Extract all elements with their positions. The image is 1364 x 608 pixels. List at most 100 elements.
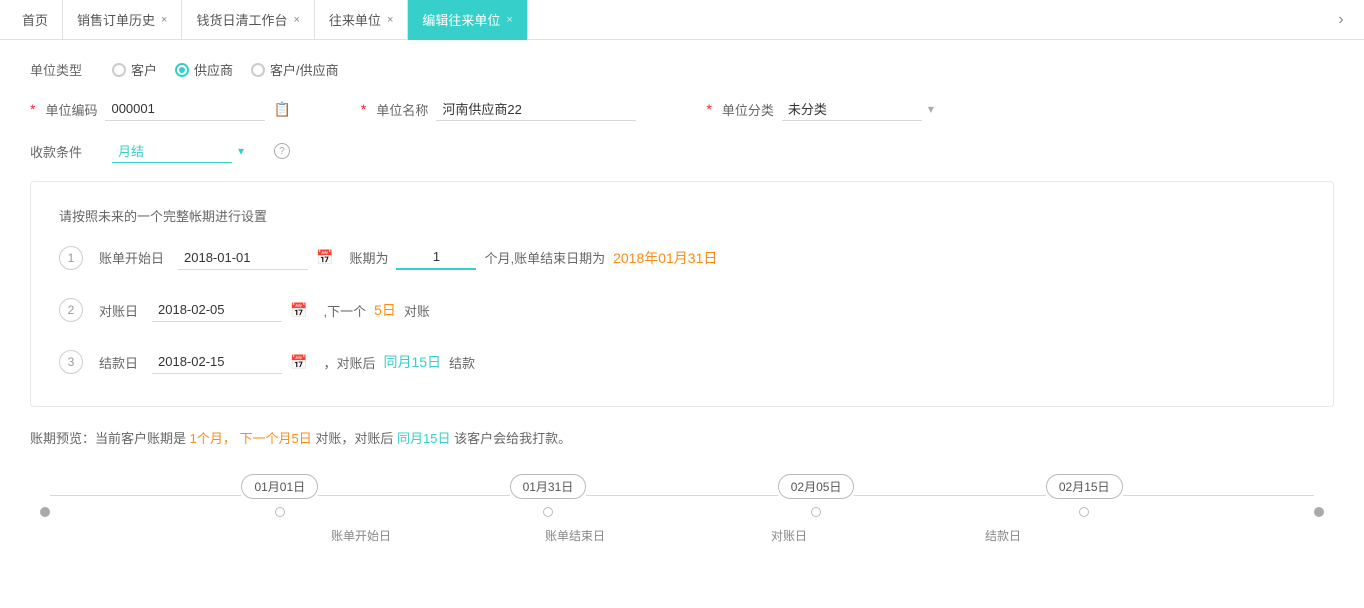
unit-category-field: * 单位分类 ▾ bbox=[706, 97, 934, 121]
step-1-text1: 账期为 bbox=[349, 248, 388, 267]
step-3-highlight2: 同月15日 bbox=[383, 352, 441, 372]
timeline-dot-3 bbox=[811, 507, 821, 517]
step-1-calendar-icon[interactable]: 📅 bbox=[316, 249, 333, 266]
step-3-calendar-icon[interactable]: 📅 bbox=[290, 354, 307, 371]
preview-prefix: 账期预览：当前客户账期是 bbox=[30, 431, 186, 446]
preview-text: 账期预览：当前客户账期是 1个月， 下一个月5日 对账，对账后 同月15日 该客… bbox=[30, 427, 1334, 450]
timeline-start-dot bbox=[40, 507, 50, 517]
tab-home[interactable]: 首页 bbox=[8, 0, 63, 40]
step-1-period-input[interactable] bbox=[396, 245, 476, 270]
timeline-line-3 bbox=[586, 495, 777, 496]
step-3-text1: ，对账后 bbox=[323, 353, 375, 372]
unit-name-field: * 单位名称 bbox=[361, 97, 636, 121]
tab-related-units-label: 往来单位 bbox=[329, 10, 381, 29]
unit-name-star: * bbox=[361, 101, 366, 117]
unit-info-row: * 单位编码 📋 * 单位名称 * 单位分类 ▾ bbox=[30, 97, 1334, 121]
radio-customer-supplier[interactable]: 客户/供应商 bbox=[251, 60, 339, 79]
preview-part3: 同月15日 bbox=[397, 431, 450, 446]
preview-part2: 下一个月5日 bbox=[240, 431, 312, 446]
step-1-label: 账单开始日 bbox=[99, 248, 164, 267]
radio-supplier-label: 供应商 bbox=[194, 60, 233, 79]
timeline-dot-2 bbox=[543, 507, 553, 517]
timeline-end-dot bbox=[1314, 507, 1324, 517]
radio-customer-supplier-circle bbox=[251, 63, 265, 77]
timeline-label-3: 对账日 bbox=[771, 527, 807, 544]
tab-related-units-close[interactable]: × bbox=[387, 14, 393, 26]
timeline-label-1: 账单开始日 bbox=[331, 527, 391, 544]
timeline-dot-4 bbox=[1079, 507, 1089, 517]
timeline-node-2: 01月31日 bbox=[510, 474, 587, 517]
unit-code-icon[interactable]: 📋 bbox=[273, 101, 290, 118]
unit-name-label: 单位名称 bbox=[376, 100, 428, 119]
step-1-row: 1 账单开始日 📅 账期为 个月,账单结束日期为 2018年01月31日 bbox=[59, 245, 1305, 270]
tab-cash-goods-workbench[interactable]: 钱货日清工作台 × bbox=[182, 0, 314, 40]
preview-middle: 对账，对账后 bbox=[315, 431, 393, 446]
tabs-more-button[interactable]: › bbox=[1326, 0, 1356, 40]
preview-part1: 1个月， bbox=[190, 431, 236, 446]
unit-category-label: 单位分类 bbox=[722, 100, 774, 119]
tab-sales-order-history-close[interactable]: × bbox=[161, 14, 167, 26]
tab-cash-goods-workbench-label: 钱货日清工作台 bbox=[196, 10, 287, 29]
unit-category-star: * bbox=[706, 101, 711, 117]
step-1-date-input[interactable] bbox=[178, 246, 308, 270]
timeline-node-1: 01月01日 bbox=[241, 474, 318, 517]
step-1-text2: 个月,账单结束日期为 bbox=[484, 248, 605, 267]
timeline-line-1 bbox=[50, 495, 241, 496]
radio-supplier-circle bbox=[175, 63, 189, 77]
step-3-label: 结款日 bbox=[99, 353, 138, 372]
radio-customer[interactable]: 客户 bbox=[112, 60, 157, 79]
tabs-bar: 首页 销售订单历史 × 钱货日清工作台 × 往来单位 × 编辑往来单位 × › bbox=[0, 0, 1364, 40]
step-2-text2: 对账 bbox=[404, 301, 430, 320]
payment-terms-label: 收款条件 bbox=[30, 142, 82, 161]
tab-related-units[interactable]: 往来单位 × bbox=[315, 0, 408, 40]
unit-code-field: * 单位编码 📋 bbox=[30, 97, 291, 121]
payment-terms-select[interactable]: ▾ bbox=[112, 139, 244, 163]
tab-edit-related-unit[interactable]: 编辑往来单位 × bbox=[408, 0, 527, 40]
unit-type-row: 单位类型 客户 供应商 客户/供应商 bbox=[30, 60, 1334, 79]
timeline-section: 01月01日 01月31日 02月05日 02月15日 bbox=[30, 474, 1334, 544]
card-panel: 请按照未来的一个完整帐期进行设置 1 账单开始日 📅 账期为 个月,账单结束日期… bbox=[30, 181, 1334, 407]
payment-terms-dropdown-icon: ▾ bbox=[238, 144, 244, 158]
payment-terms-input[interactable] bbox=[112, 139, 232, 163]
unit-name-input[interactable] bbox=[436, 97, 636, 121]
step-3-row: 3 结款日 📅 ，对账后 同月15日 结款 bbox=[59, 350, 1305, 374]
timeline-label-2: 账单结束日 bbox=[545, 527, 605, 544]
tab-sales-order-history[interactable]: 销售订单历史 × bbox=[63, 0, 182, 40]
tab-edit-related-unit-label: 编辑往来单位 bbox=[422, 10, 500, 29]
tab-edit-related-unit-close[interactable]: × bbox=[506, 14, 512, 26]
radio-customer-circle bbox=[112, 63, 126, 77]
step-2-date-input[interactable] bbox=[152, 298, 282, 322]
unit-code-input[interactable] bbox=[105, 97, 265, 121]
tab-home-label: 首页 bbox=[22, 10, 48, 29]
step-1-number: 1 bbox=[59, 246, 83, 270]
timeline-line-5 bbox=[1123, 495, 1314, 496]
timeline-badge-3: 02月05日 bbox=[778, 474, 855, 499]
step-2-text1: ,下一个 bbox=[323, 301, 366, 320]
step-3-date-input[interactable] bbox=[152, 350, 282, 374]
card-hint: 请按照未来的一个完整帐期进行设置 bbox=[59, 206, 1305, 225]
step-2-calendar-icon[interactable]: 📅 bbox=[290, 302, 307, 319]
timeline-badge-1: 01月01日 bbox=[241, 474, 318, 499]
tab-cash-goods-workbench-close[interactable]: × bbox=[293, 14, 299, 26]
unit-code-star: * bbox=[30, 101, 35, 117]
main-content: 单位类型 客户 供应商 客户/供应商 * 单位编码 📋 * 单位名称 bbox=[0, 40, 1364, 608]
payment-terms-row: 收款条件 ▾ ? bbox=[30, 139, 1334, 163]
radio-customer-label: 客户 bbox=[131, 60, 157, 79]
unit-code-label: 单位编码 bbox=[45, 100, 97, 119]
timeline-badge-4: 02月15日 bbox=[1046, 474, 1123, 499]
timeline-node-3: 02月05日 bbox=[778, 474, 855, 517]
unit-category-input[interactable] bbox=[782, 97, 922, 121]
step-3-number: 3 bbox=[59, 350, 83, 374]
timeline-node-4: 02月15日 bbox=[1046, 474, 1123, 517]
step-1-end-date: 2018年01月31日 bbox=[613, 248, 717, 268]
timeline-dot-1 bbox=[275, 507, 285, 517]
timeline-badge-2: 01月31日 bbox=[510, 474, 587, 499]
payment-terms-help-icon[interactable]: ? bbox=[274, 143, 290, 159]
radio-supplier[interactable]: 供应商 bbox=[175, 60, 233, 79]
step-3-text2: 结款 bbox=[449, 353, 475, 372]
step-2-number: 2 bbox=[59, 298, 83, 322]
preview-suffix: 该客户会给我打款。 bbox=[454, 431, 571, 446]
unit-type-radio-group: 客户 供应商 客户/供应商 bbox=[112, 60, 339, 79]
unit-category-select[interactable]: ▾ bbox=[782, 97, 934, 121]
unit-type-label: 单位类型 bbox=[30, 60, 82, 79]
